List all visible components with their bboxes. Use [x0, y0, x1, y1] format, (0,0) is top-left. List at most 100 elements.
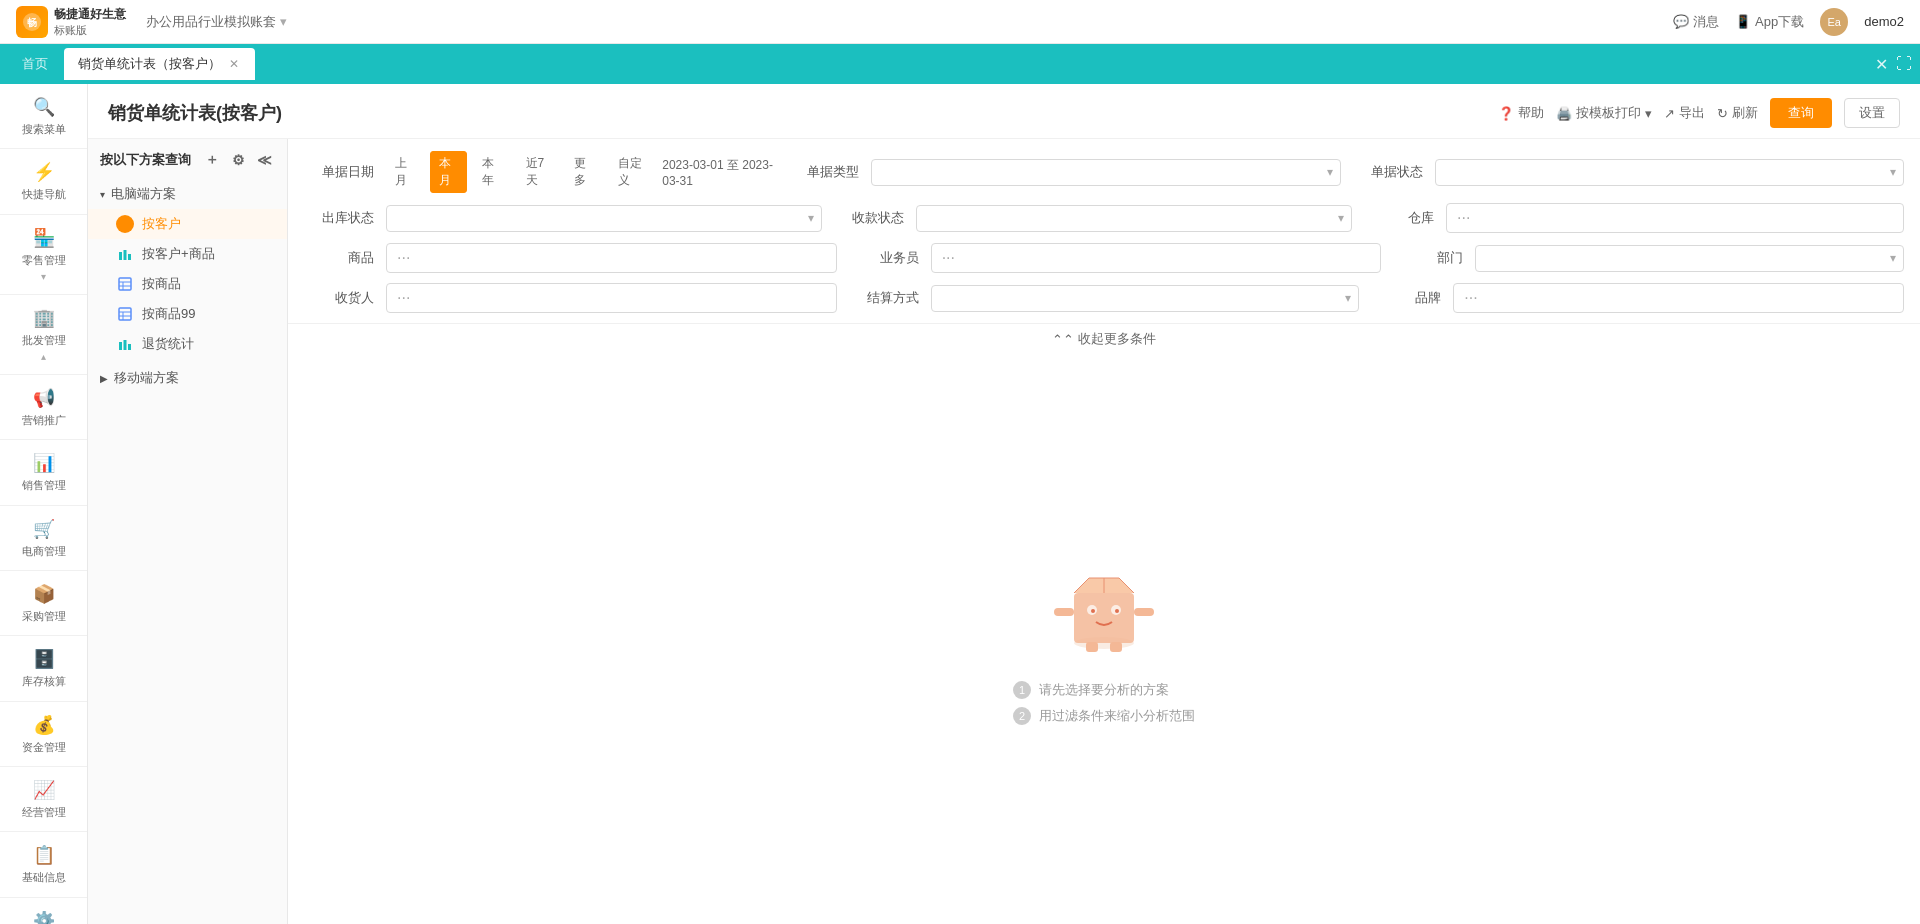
export-button[interactable]: ↗ 导出: [1664, 104, 1705, 122]
type-select-wrap: [871, 159, 1340, 186]
date-btn-last-month[interactable]: 上月: [386, 151, 424, 193]
payment-select[interactable]: [931, 285, 1360, 312]
scheme-item-by-product[interactable]: 按商品: [88, 269, 287, 299]
by-customer-label: 按客户: [142, 215, 181, 233]
date-btn-this-month[interactable]: 本月: [430, 151, 468, 193]
svg-rect-13: [119, 342, 122, 350]
scheme-item-return-stats[interactable]: 退货统计: [88, 329, 287, 359]
sidebar-retail-label: 零售管理: [22, 253, 66, 267]
marketing-icon: 📢: [33, 387, 55, 409]
tip-text-2: 用过滤条件来缩小分析范围: [1039, 703, 1195, 729]
scheme-settings-button[interactable]: ⚙: [227, 149, 249, 171]
product-label: 商品: [304, 249, 374, 267]
refresh-icon: ↻: [1717, 106, 1728, 121]
scheme-header-actions: ＋ ⚙ ≪: [201, 149, 275, 171]
brand-input-wrap[interactable]: ···: [1453, 283, 1904, 313]
search-icon: 🔍: [33, 96, 55, 118]
department-select[interactable]: [1475, 245, 1904, 272]
retail-icon: 🏪: [33, 227, 55, 249]
message-icon: 💬: [1673, 14, 1689, 29]
settings-button[interactable]: 设置: [1844, 98, 1900, 128]
header-left: 畅 畅捷通好生意 标账版 办公用品行业模拟账套 ▾: [16, 6, 287, 38]
sidebar-item-quicknav[interactable]: ⚡ 快捷导航: [0, 149, 87, 214]
sidebar-item-wholesale[interactable]: 🏢 批发管理 ▴: [0, 295, 87, 375]
sidebar-item-search[interactable]: 🔍 搜索菜单: [0, 84, 87, 149]
salesperson-input-wrap[interactable]: ···: [931, 243, 1382, 273]
return-stats-icon: [116, 335, 134, 353]
collapse-bar[interactable]: ⌃⌃ 收起更多条件: [288, 323, 1920, 354]
date-range-text: 2023-03-01 至 2023-03-31: [662, 157, 777, 188]
download-icon: 📱: [1735, 14, 1751, 29]
refresh-button[interactable]: ↻ 刷新: [1717, 104, 1758, 122]
tab-sales-stats[interactable]: 销货单统计表（按客户） ✕: [64, 48, 255, 80]
sidebar-item-ecommerce[interactable]: 🛒 电商管理: [0, 506, 87, 571]
warehouse-input-wrap[interactable]: ···: [1446, 203, 1904, 233]
type-select[interactable]: [871, 159, 1340, 186]
svg-rect-26: [1110, 642, 1122, 652]
by-customer-icon: [116, 215, 134, 233]
svg-point-21: [1091, 609, 1095, 613]
sidebar-item-inventory[interactable]: 🗄️ 库存核算: [0, 636, 87, 701]
sidebar-item-marketing[interactable]: 📢 营销推广: [0, 375, 87, 440]
status-select[interactable]: [1435, 159, 1904, 186]
scheme-mobile-label: 移动端方案: [114, 369, 179, 387]
scheme-item-by-customer-product[interactable]: 按客户+商品: [88, 239, 287, 269]
export-icon: ↗: [1664, 106, 1675, 121]
main-area: 🔍 搜索菜单 ⚡ 快捷导航 🏪 零售管理 ▾ 🏢 批发管理 ▴ 📢 营销推广: [0, 84, 1920, 924]
warehouse-label: 仓库: [1364, 209, 1434, 227]
app-download-button[interactable]: 📱 App下载: [1735, 13, 1804, 31]
sidebar-item-retail[interactable]: 🏪 零售管理 ▾: [0, 215, 87, 295]
window-close-icon[interactable]: ✕: [1875, 55, 1888, 74]
inventory-icon: 🗄️: [33, 648, 55, 670]
date-btn-last-7days[interactable]: 近7天: [517, 151, 560, 193]
message-button[interactable]: 💬 消息: [1673, 13, 1719, 31]
sidebar-marketing-label: 营销推广: [22, 413, 66, 427]
logo-area[interactable]: 畅 畅捷通好生意 标账版: [16, 6, 126, 38]
desktop-arrow-icon: ▾: [100, 189, 105, 200]
tab-close-icon[interactable]: ✕: [227, 57, 241, 71]
date-btn-this-year[interactable]: 本年: [473, 151, 511, 193]
sidebar-item-purchase[interactable]: 📦 采购管理: [0, 571, 87, 636]
scheme-item-by-customer[interactable]: 按客户: [88, 209, 287, 239]
receiver-input-wrap[interactable]: ···: [386, 283, 837, 313]
sidebar-item-operations[interactable]: 📈 经营管理: [0, 767, 87, 832]
query-button[interactable]: 查询: [1770, 98, 1832, 128]
help-button[interactable]: ❓ 帮助: [1498, 104, 1544, 122]
sidebar-wholesale-label: 批发管理: [22, 333, 66, 347]
left-sidebar: 🔍 搜索菜单 ⚡ 快捷导航 🏪 零售管理 ▾ 🏢 批发管理 ▴ 📢 营销推广: [0, 84, 88, 924]
sidebar-finance-label: 资金管理: [22, 740, 66, 754]
sidebar-item-sales[interactable]: 📊 销售管理: [0, 440, 87, 505]
breadcrumb-text: 办公用品行业模拟账套: [146, 13, 276, 31]
salesperson-dots: ···: [942, 249, 955, 267]
help-icon: ❓: [1498, 106, 1514, 121]
scheme-add-button[interactable]: ＋: [201, 149, 223, 171]
finance-icon: 💰: [33, 714, 55, 736]
scheme-item-by-product-99[interactable]: 按商品99: [88, 299, 287, 329]
scheme-collapse-button[interactable]: ≪: [253, 149, 275, 171]
date-btn-more[interactable]: 更多: [565, 151, 603, 193]
sidebar-item-system[interactable]: ⚙️ 系统管理: [0, 898, 87, 924]
pay-status-select[interactable]: [916, 205, 1352, 232]
tab-home[interactable]: 首页: [8, 48, 62, 80]
sidebar-operations-label: 经营管理: [22, 805, 66, 819]
user-name[interactable]: demo2: [1864, 14, 1904, 29]
window-controls: ✕ ⛶: [1875, 55, 1912, 74]
logo-icon: 畅: [16, 6, 48, 38]
product-input-wrap[interactable]: ···: [386, 243, 837, 273]
sidebar-item-basic[interactable]: 📋 基础信息: [0, 832, 87, 897]
filter-scheme-area: 按以下方案查询 ＋ ⚙ ≪ ▾ 电脑端方案: [88, 139, 1920, 924]
scheme-header: 按以下方案查询 ＋ ⚙ ≪: [88, 139, 287, 179]
out-status-select[interactable]: [386, 205, 822, 232]
window-maximize-icon[interactable]: ⛶: [1896, 55, 1912, 73]
template-print-button[interactable]: 🖨️ 按模板打印 ▾: [1556, 104, 1652, 122]
scheme-group-mobile-header[interactable]: ▶ 移动端方案: [88, 363, 287, 393]
date-btn-custom[interactable]: 自定义: [609, 151, 656, 193]
app-download-label: App下载: [1755, 13, 1804, 31]
scheme-group-desktop-header[interactable]: ▾ 电脑端方案: [88, 179, 287, 209]
purchase-icon: 📦: [33, 583, 55, 605]
brand-dots: ···: [1464, 289, 1477, 307]
sidebar-ecommerce-label: 电商管理: [22, 544, 66, 558]
sidebar-item-finance[interactable]: 💰 资金管理: [0, 702, 87, 767]
salesperson-label: 业务员: [849, 249, 919, 267]
filter-row-4: 收货人 ··· 结算方式 品牌 ···: [304, 283, 1904, 313]
